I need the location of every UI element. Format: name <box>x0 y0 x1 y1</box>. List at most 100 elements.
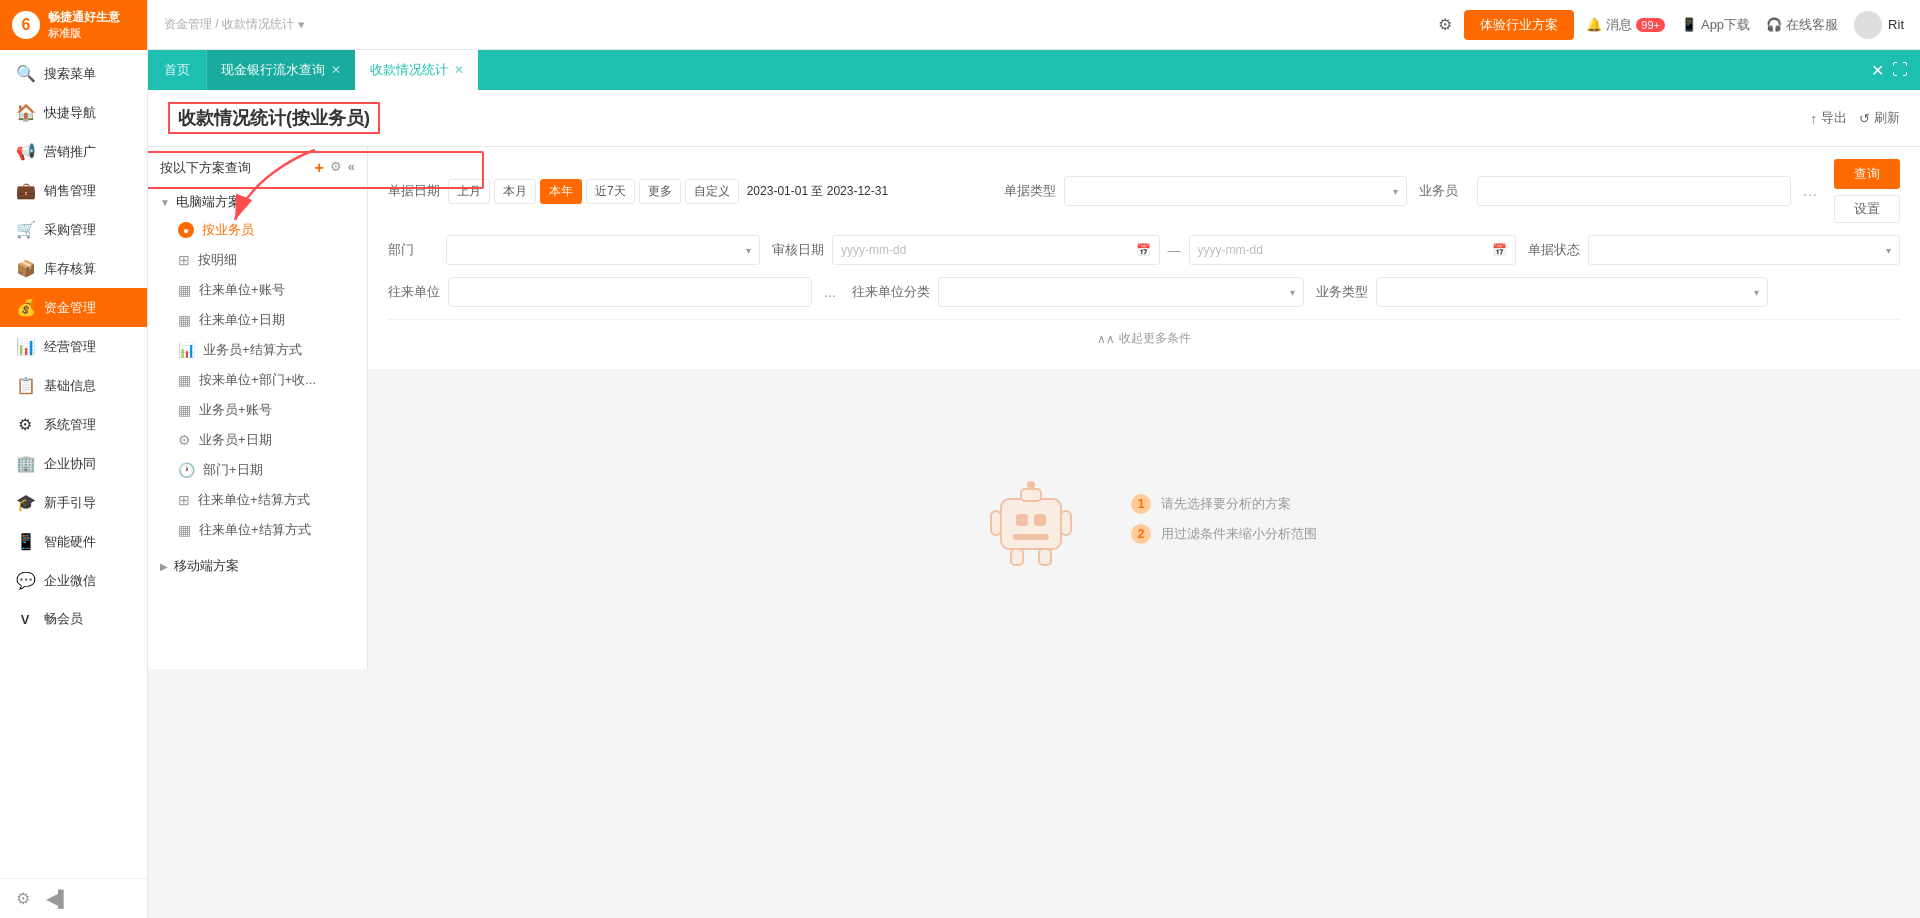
salesman-input[interactable] <box>1477 176 1791 206</box>
dept-select[interactable]: ▾ <box>446 235 760 265</box>
partner-type-arrow-icon: ▾ <box>1290 287 1295 298</box>
date-last-month[interactable]: 上月 <box>448 179 490 204</box>
audit-end-input[interactable]: yyyy-mm-dd 📅 <box>1189 235 1517 265</box>
doc-status-label: 单据状态 <box>1528 241 1580 259</box>
scheme-item-unit-pay1[interactable]: ⊞ 往来单位+结算方式 <box>148 485 367 515</box>
table5-icon: ▦ <box>178 522 191 538</box>
scheme-collapse-icon[interactable]: « <box>348 159 355 177</box>
salesman-more-icon[interactable]: ... <box>1799 183 1822 199</box>
scheme-item-unit-dept[interactable]: ▦ 按来单位+部门+收... <box>148 365 367 395</box>
partner-input[interactable] <box>448 277 812 307</box>
calendar-icon[interactable]: 📅 <box>1136 243 1151 257</box>
system-icon: ⚙ <box>16 415 34 434</box>
messages-button[interactable]: 🔔 消息 99+ <box>1586 16 1665 34</box>
business-icon: 📊 <box>16 337 34 356</box>
svg-rect-0 <box>1001 499 1061 549</box>
query-button[interactable]: 查询 <box>1834 159 1900 189</box>
table-icon: ▦ <box>178 282 191 298</box>
sidebar-item-hardware[interactable]: 📱 智能硬件 <box>0 522 147 561</box>
date-more[interactable]: 更多 <box>639 179 681 204</box>
export-button[interactable]: ↑ 导出 <box>1811 109 1848 127</box>
sidebar-item-inventory[interactable]: 📦 库存核算 <box>0 249 147 288</box>
sidebar-item-member[interactable]: V 畅会员 <box>0 600 147 638</box>
scheme-panel: 按以下方案查询 + ⚙ « ▼ 电脑端方案 <box>148 147 368 669</box>
tab-bank[interactable]: 现金银行流水查询 ✕ <box>206 50 355 90</box>
marketing-icon: 📢 <box>16 142 34 161</box>
scheme-item-salesman-account[interactable]: ▦ 业务员+账号 <box>148 395 367 425</box>
tab-home[interactable]: 首页 <box>148 50 206 90</box>
expand-icon[interactable]: ⛶ <box>1892 61 1908 79</box>
bell-icon: 🔔 <box>1586 17 1602 32</box>
date-last7[interactable]: 近7天 <box>586 179 635 204</box>
collapse-text: 收起更多条件 <box>1119 330 1191 347</box>
sidebar-item-wechat[interactable]: 💬 企业微信 <box>0 561 147 600</box>
collapse-bar[interactable]: ∧∧ 收起更多条件 <box>388 319 1900 357</box>
date-this-year[interactable]: 本年 <box>540 179 582 204</box>
grid-icon: ⊞ <box>178 252 190 268</box>
svg-rect-7 <box>1061 511 1071 535</box>
close-all-icon[interactable]: ✕ <box>1871 61 1884 80</box>
online-service-button[interactable]: 🎧 在线客服 <box>1766 16 1838 34</box>
sidebar-item-search[interactable]: 🔍 搜索菜单 <box>0 54 147 93</box>
breadcrumb-dropdown-icon[interactable]: ▾ <box>298 17 305 32</box>
footer-settings-icon[interactable]: ⚙ <box>16 889 30 908</box>
user-area[interactable]: Rit <box>1854 11 1904 39</box>
empty-illustration <box>971 459 1091 579</box>
topbar-gear-icon[interactable]: ⚙ <box>1438 15 1452 34</box>
partner-more-icon[interactable]: ... <box>820 284 840 300</box>
scheme-section-mobile-header[interactable]: ▶ 移动端方案 <box>148 553 367 579</box>
sidebar-item-marketing[interactable]: 📢 营销推广 <box>0 132 147 171</box>
date-this-month[interactable]: 本月 <box>494 179 536 204</box>
breadcrumb-text: 资金管理 / 收款情况统计 <box>164 16 294 33</box>
scheme-item-salesman-date[interactable]: ⚙ 业务员+日期 <box>148 425 367 455</box>
biz-type-select[interactable]: ▾ <box>1376 277 1768 307</box>
date-custom[interactable]: 自定义 <box>685 179 739 204</box>
audit-start-input[interactable]: yyyy-mm-dd 📅 <box>832 235 1160 265</box>
date-selector: 上月 本月 本年 近7天 更多 自定义 2023-01-01 至 2023-12… <box>448 179 888 204</box>
search-row-3: 往来单位 ... 往来单位分类 ▾ <box>388 277 1900 307</box>
scheme-settings-icon[interactable]: ⚙ <box>330 159 342 177</box>
biz-type-arrow-icon: ▾ <box>1754 287 1759 298</box>
scheme-item-detail[interactable]: ⊞ 按明细 <box>148 245 367 275</box>
sidebar-item-sales[interactable]: 💼 销售管理 <box>0 171 147 210</box>
refresh-button[interactable]: ↺ 刷新 <box>1859 109 1900 127</box>
scheme-item-salesman-pay[interactable]: 📊 业务员+结算方式 <box>148 335 367 365</box>
tab-receipt-close-icon[interactable]: ✕ <box>454 63 464 77</box>
partner-label: 往来单位 <box>388 283 440 301</box>
partner-type-field: 往来单位分类 ▾ <box>852 277 1304 307</box>
sidebar-item-quicknav[interactable]: 🏠 快捷导航 <box>0 93 147 132</box>
scheme-item-unit-date[interactable]: ▦ 往来单位+日期 <box>148 305 367 335</box>
sidebar-item-purchase[interactable]: 🛒 采购管理 <box>0 210 147 249</box>
scheme-item-salesman[interactable]: ● 按业务员 <box>148 215 367 245</box>
sidebar-item-business[interactable]: 📊 经营管理 <box>0 327 147 366</box>
footer-collapse-icon[interactable]: ◀▌ <box>46 889 69 908</box>
scheme-item-unit-pay2[interactable]: ▦ 往来单位+结算方式 <box>148 515 367 545</box>
avatar <box>1854 11 1882 39</box>
calendar2-icon[interactable]: 📅 <box>1492 243 1507 257</box>
gear2-icon: ⚙ <box>178 432 191 448</box>
headset-icon: 🎧 <box>1766 17 1782 32</box>
scheme-add-icon[interactable]: + <box>314 159 323 177</box>
svg-rect-1 <box>1016 514 1028 526</box>
scheme-item-dept-date[interactable]: 🕐 部门+日期 <box>148 455 367 485</box>
sidebar-item-system[interactable]: ⚙ 系统管理 <box>0 405 147 444</box>
settings-button[interactable]: 设置 <box>1834 195 1900 223</box>
tab-bank-close-icon[interactable]: ✕ <box>331 63 341 77</box>
scheme-item-unit-account[interactable]: ▦ 往来单位+账号 <box>148 275 367 305</box>
trial-button[interactable]: 体验行业方案 <box>1464 10 1574 40</box>
partner-type-select[interactable]: ▾ <box>938 277 1304 307</box>
scheme-section-pc-header[interactable]: ▼ 电脑端方案 <box>148 189 367 215</box>
enterprise-icon: 🏢 <box>16 454 34 473</box>
app-download-button[interactable]: 📱 App下载 <box>1681 16 1750 34</box>
doc-type-select[interactable]: ▾ <box>1064 176 1407 206</box>
page-title: 收款情况统计(按业务员) <box>168 102 380 134</box>
doc-status-select[interactable]: ▾ <box>1588 235 1900 265</box>
sidebar-item-enterprise[interactable]: 🏢 企业协同 <box>0 444 147 483</box>
empty-content: 1 请先选择要分析的方案 2 用过滤条件来缩小分析范围 <box>971 459 1317 579</box>
sidebar-item-basic[interactable]: 📋 基础信息 <box>0 366 147 405</box>
sidebar-item-newguide[interactable]: 🎓 新手引导 <box>0 483 147 522</box>
scheme-section-mobile: ▶ 移动端方案 <box>148 549 367 583</box>
sidebar-item-finance[interactable]: 💰 资金管理 <box>0 288 147 327</box>
wechat-icon: 💬 <box>16 571 34 590</box>
tab-receipt[interactable]: 收款情况统计 ✕ <box>355 50 478 90</box>
